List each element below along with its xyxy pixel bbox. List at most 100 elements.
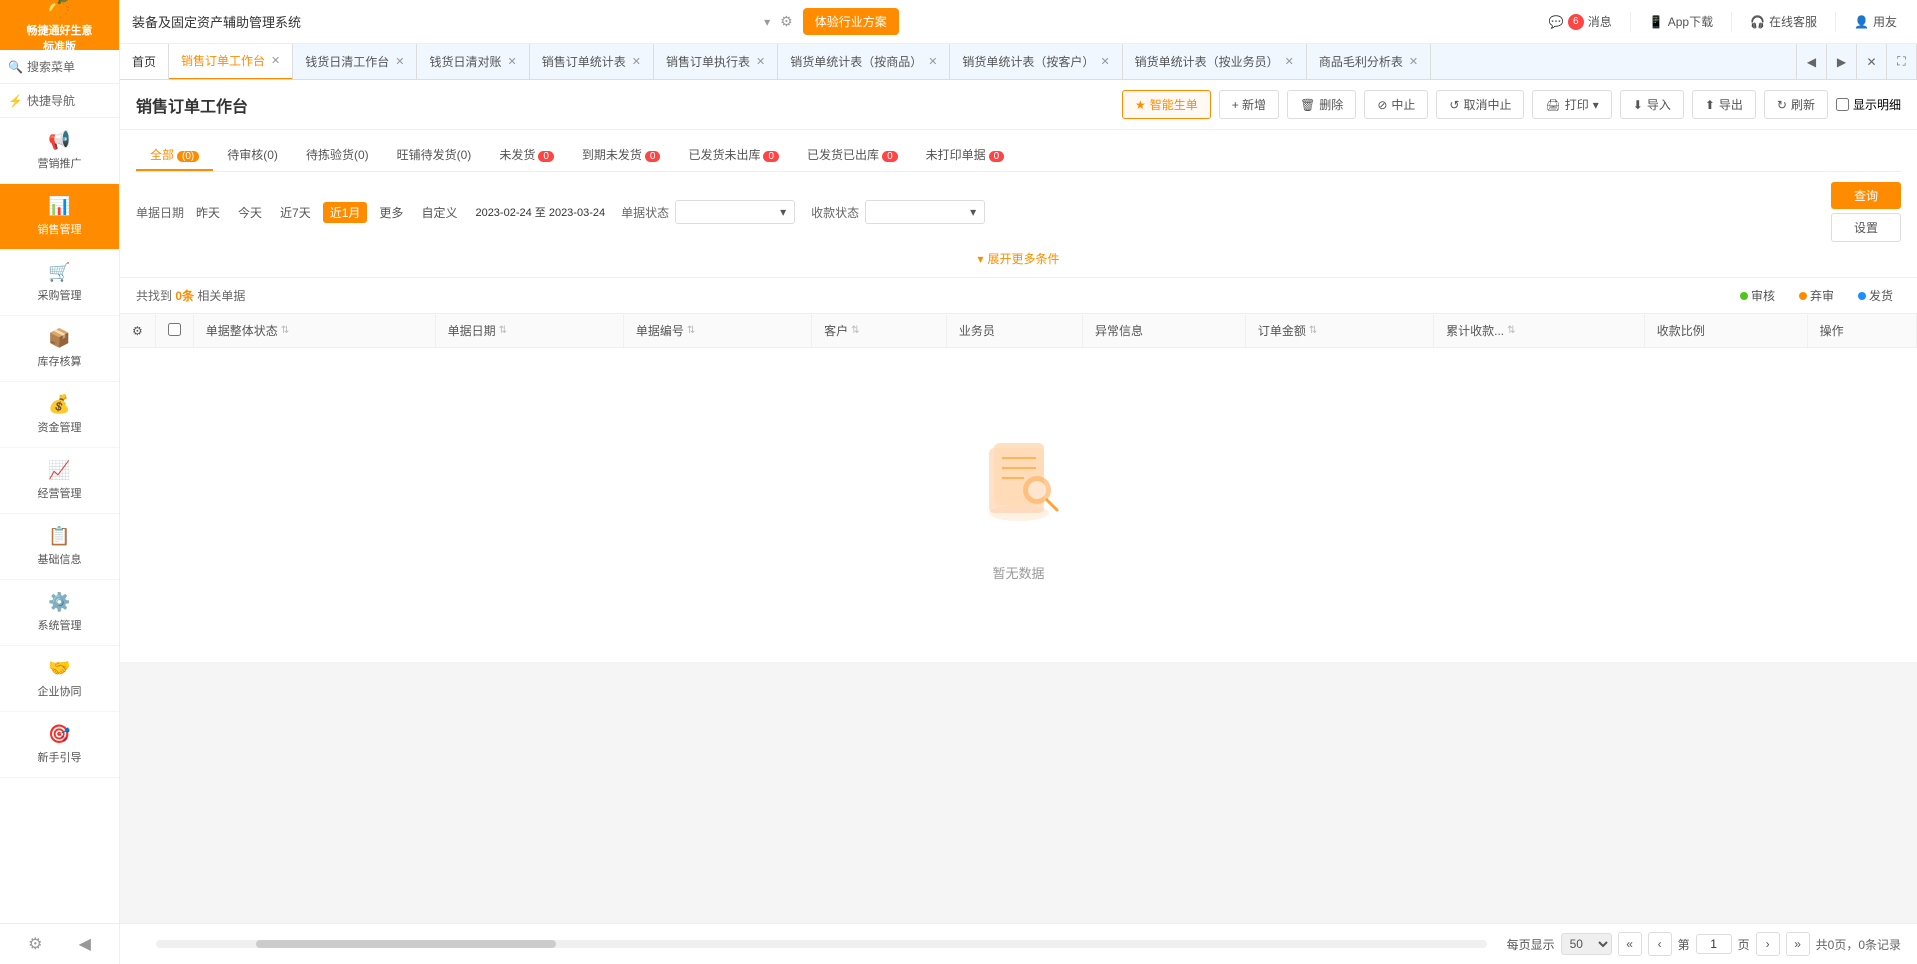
sidebar-item-coop[interactable]: 🤝 企业协同 xyxy=(0,646,119,712)
date-btn-today[interactable]: 今天 xyxy=(232,202,268,223)
tab-sales-by-staff[interactable]: 销货单统计表（按业务员） ✕ xyxy=(1123,44,1307,80)
filter-tab-overdue-not-shipped[interactable]: 到期未发货0 xyxy=(568,140,675,171)
tab-close-cash-account[interactable]: ✕ xyxy=(508,55,517,68)
current-page-input[interactable] xyxy=(1696,934,1732,954)
tab-close-sales-workbench[interactable]: ✕ xyxy=(271,54,280,67)
print-chevron-icon: ▾ xyxy=(1593,98,1599,112)
filter-tab-wangpu[interactable]: 旺铺待发货(0) xyxy=(383,140,486,171)
sort-amount-icon[interactable]: ⇅ xyxy=(1309,325,1317,336)
review-button[interactable]: 审核 xyxy=(1732,284,1783,307)
expand-more-conditions[interactable]: ▾ 展开更多条件 xyxy=(136,250,1901,267)
show-details-toggle[interactable]: 显示明细 xyxy=(1836,96,1901,113)
tab-close-cash-daily[interactable]: ✕ xyxy=(395,55,404,68)
app-download-button[interactable]: 📱 App下载 xyxy=(1641,9,1721,34)
filter-tab-not-shipped[interactable]: 未发货0 xyxy=(485,140,568,171)
tab-close-sales-by-staff[interactable]: ✕ xyxy=(1285,55,1294,68)
tab-scroll-left-button[interactable]: ◀ xyxy=(1797,44,1827,80)
sidebar-item-inventory[interactable]: 📦 库存核算 xyxy=(0,316,119,382)
ship-button[interactable]: 发货 xyxy=(1850,284,1901,307)
tab-sales-by-customer[interactable]: 销货单统计表（按客户） ✕ xyxy=(950,44,1122,80)
industry-solution-button[interactable]: 体验行业方案 xyxy=(803,8,899,35)
cancel-review-button[interactable]: 弃审 xyxy=(1791,284,1842,307)
date-btn-1month[interactable]: 近1月 xyxy=(323,202,368,223)
sidebar-item-sales[interactable]: 📊 销售管理 xyxy=(0,184,119,250)
message-button[interactable]: 💬 6 消息 xyxy=(1541,9,1620,34)
date-btn-7days[interactable]: 近7天 xyxy=(274,202,317,223)
export-button[interactable]: ⬆ 导出 xyxy=(1692,90,1756,119)
date-btn-more[interactable]: 更多 xyxy=(373,202,409,223)
th-status: 单据整体状态⇅ xyxy=(193,314,435,348)
sort-status-icon[interactable]: ⇅ xyxy=(281,325,289,336)
filter-tab-pending-review[interactable]: 待审核(0) xyxy=(213,140,292,171)
settings-icon[interactable]: ⚙ xyxy=(780,13,793,30)
filter-tab-shipped-out[interactable]: 已发货已出库0 xyxy=(793,140,912,171)
sidebar-search[interactable]: 🔍 搜索菜单 xyxy=(0,50,119,84)
sort-number-icon[interactable]: ⇅ xyxy=(687,325,695,336)
delete-button[interactable]: 🗑 删除 xyxy=(1287,90,1356,119)
prev-page-button[interactable]: ‹ xyxy=(1648,932,1672,956)
show-details-checkbox[interactable] xyxy=(1836,98,1849,111)
tab-close-margin-analysis[interactable]: ✕ xyxy=(1409,55,1418,68)
online-service-button[interactable]: 🎧 在线客服 xyxy=(1742,9,1825,34)
sidebar-item-system[interactable]: ⚙️ 系统管理 xyxy=(0,580,119,646)
tab-margin-analysis[interactable]: 商品毛利分析表 ✕ xyxy=(1307,44,1431,80)
sidebar-item-basic[interactable]: 📋 基础信息 xyxy=(0,514,119,580)
sort-collected-icon[interactable]: ⇅ xyxy=(1507,325,1515,336)
sidebar-item-marketing[interactable]: 📢 营销推广 xyxy=(0,118,119,184)
last-page-button[interactable]: » xyxy=(1786,932,1810,956)
print-button[interactable]: 🖨 打印 ▾ xyxy=(1532,90,1611,119)
page-size-select[interactable]: 50 10 20 100 xyxy=(1561,933,1612,955)
next-page-button[interactable]: › xyxy=(1756,932,1780,956)
settings-gear-icon[interactable]: ⚙ xyxy=(28,934,42,954)
sidebar-item-operation[interactable]: 📈 经营管理 xyxy=(0,448,119,514)
tab-sales-by-product[interactable]: 销货单统计表（按商品） ✕ xyxy=(778,44,950,80)
th-checkbox[interactable] xyxy=(155,314,193,348)
tab-sales-workbench[interactable]: 销售订单工作台 ✕ xyxy=(169,44,293,80)
filter-tab-all[interactable]: 全部(0) xyxy=(136,140,213,171)
tab-sales-exec[interactable]: 销售订单执行表 ✕ xyxy=(654,44,778,80)
refresh-button[interactable]: ↻ 刷新 xyxy=(1764,90,1828,119)
tab-close-sales-exec[interactable]: ✕ xyxy=(756,55,765,68)
filter-tab-not-printed[interactable]: 未打印单据0 xyxy=(912,140,1019,171)
query-button[interactable]: 查询 xyxy=(1831,182,1901,209)
tab-cash-daily[interactable]: 钱货日清工作台 ✕ xyxy=(293,44,417,80)
tab-close-sales-stat[interactable]: ✕ xyxy=(632,55,641,68)
sort-date-icon[interactable]: ⇅ xyxy=(499,325,507,336)
tab-fullscreen-button[interactable]: ⛶ xyxy=(1887,44,1917,80)
tab-close-sales-by-product[interactable]: ✕ xyxy=(928,55,937,68)
tab-sales-by-product-label: 销货单统计表（按商品） xyxy=(790,53,922,70)
date-btn-custom[interactable]: 自定义 xyxy=(415,202,463,223)
tab-cash-account[interactable]: 钱货日清对账 ✕ xyxy=(417,44,529,80)
chevron-down-icon: ▾ xyxy=(764,15,770,29)
settings-filter-button[interactable]: 设置 xyxy=(1831,213,1901,242)
filter-tab-pending-check[interactable]: 待拣验货(0) xyxy=(292,140,383,171)
smart-create-button[interactable]: ★ 智能生单 xyxy=(1122,90,1211,119)
first-page-button[interactable]: « xyxy=(1618,932,1642,956)
tab-home[interactable]: 首页 xyxy=(120,44,169,80)
tab-close-all-button[interactable]: ✕ xyxy=(1857,44,1887,80)
sort-customer-icon[interactable]: ⇅ xyxy=(851,325,859,336)
tab-close-sales-by-customer[interactable]: ✕ xyxy=(1100,55,1109,68)
date-btn-yesterday[interactable]: 昨天 xyxy=(190,202,226,223)
tab-sales-stat[interactable]: 销售订单统计表 ✕ xyxy=(530,44,654,80)
filter-tab-all-count: (0) xyxy=(177,151,199,162)
select-all-checkbox[interactable] xyxy=(168,323,181,336)
filter-tab-shipped-not-out[interactable]: 已发货未出库0 xyxy=(674,140,793,171)
sidebar-item-finance[interactable]: 💰 资金管理 xyxy=(0,382,119,448)
tab-scroll-right-button[interactable]: ▶ xyxy=(1827,44,1857,80)
horizontal-scrollbar[interactable] xyxy=(156,940,1487,948)
scrollbar-thumb[interactable] xyxy=(256,940,556,948)
add-button[interactable]: + 新增 xyxy=(1219,90,1279,119)
stop-button[interactable]: ⊘ 中止 xyxy=(1364,90,1428,119)
import-button[interactable]: ⬇ 导入 xyxy=(1620,90,1684,119)
status-select[interactable]: ▾ xyxy=(675,200,795,224)
collapse-sidebar-icon[interactable]: ◀ xyxy=(79,934,91,954)
cancel-stop-button[interactable]: ↺ 取消中止 xyxy=(1436,90,1524,119)
user-menu-button[interactable]: 👤 用友 xyxy=(1846,9,1905,34)
filter-tab-shipped-out-count: 0 xyxy=(882,151,898,162)
th-settings[interactable]: ⚙ xyxy=(120,314,155,348)
payment-select[interactable]: ▾ xyxy=(865,200,985,224)
sidebar-item-purchase[interactable]: 🛒 采购管理 xyxy=(0,250,119,316)
sidebar-item-guide[interactable]: 🎯 新手引导 xyxy=(0,712,119,778)
sidebar-quick-nav[interactable]: ⚡ 快捷导航 xyxy=(0,84,119,118)
